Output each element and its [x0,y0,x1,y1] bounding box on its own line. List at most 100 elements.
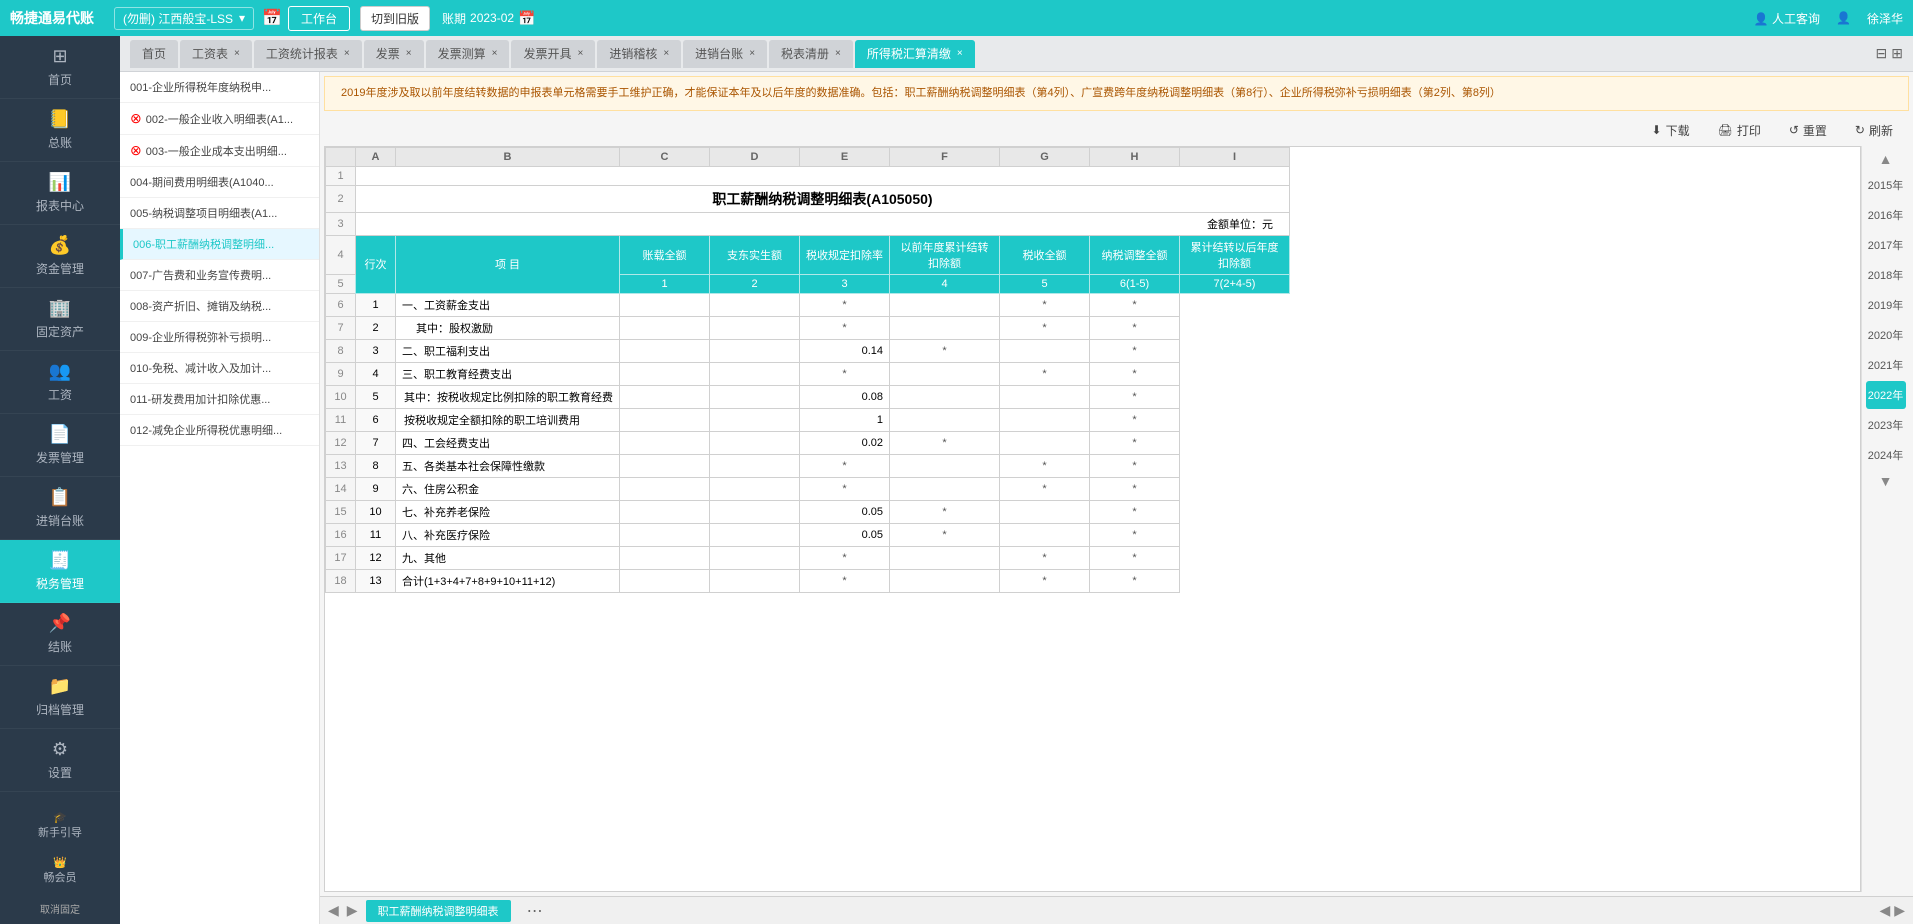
sidebar-item-close[interactable]: 📌 结账 [0,603,120,666]
sheet-next-arrow[interactable]: ▶ [347,902,358,919]
year-item-2019[interactable]: 2019年 [1866,291,1906,319]
sidebar-item-guide[interactable]: 🎓 新手引导 [0,803,120,848]
tab-close-icon[interactable]: × [749,48,755,59]
cell-e8[interactable]: 0.14 [800,339,890,362]
cell-c15[interactable] [620,500,710,523]
cell-e15[interactable]: 0.05 [800,500,890,523]
sidebar-item-tax[interactable]: 🧾 税务管理 [0,540,120,603]
tab-home[interactable]: 首页 [130,40,178,68]
cell-d17[interactable] [710,546,800,569]
cell-c17[interactable] [620,546,710,569]
cancel-fixed-button[interactable]: 取消固定 [0,893,120,924]
year-item-2024[interactable]: 2024年 [1866,441,1906,469]
list-item-001[interactable]: 001-企业所得税年度纳税申... [120,72,319,103]
list-item-003[interactable]: ⊗ 003-一般企业成本支出明细... [120,135,319,167]
refresh-button[interactable]: ↻ 刷新 [1847,119,1901,142]
year-item-2015[interactable]: 2015年 [1866,171,1906,199]
cell-e16[interactable]: 0.05 [800,523,890,546]
tab-close-icon[interactable]: × [957,48,963,59]
cell-d18[interactable] [710,569,800,592]
sidebar-item-home[interactable]: ⊞ 首页 [0,36,120,99]
cell-f7[interactable] [890,316,1000,339]
sheet-prev-arrow[interactable]: ◀ [328,902,339,919]
year-item-2021[interactable]: 2021年 [1866,351,1906,379]
company-selector[interactable]: (勿删) 江西般宝-LSS ▾ [114,7,254,30]
cell-g8[interactable] [1000,339,1090,362]
year-item-2018[interactable]: 2018年 [1866,261,1906,289]
list-item-002[interactable]: ⊗ 002-一般企业收入明细表(A1... [120,103,319,135]
sidebar-item-settings[interactable]: ⚙ 设置 [0,729,120,792]
tab-close-icon[interactable]: × [835,48,841,59]
tab-close-icon[interactable]: × [344,48,350,59]
cell-d10[interactable] [710,385,800,408]
sheet-menu-icon[interactable]: ⋯ [527,901,543,921]
tab-close-icon[interactable]: × [406,48,412,59]
print-button[interactable]: 🖨 打印 [1710,119,1769,142]
cell-e12[interactable]: 0.02 [800,431,890,454]
cell-f17[interactable] [890,546,1000,569]
sidebar-item-archive[interactable]: 📁 归档管理 [0,666,120,729]
item-name[interactable]: 其中：按税收规定比例扣除的职工教育经费 [396,385,620,408]
cell-c13[interactable] [620,454,710,477]
cell-d8[interactable] [710,339,800,362]
tab-close-icon[interactable]: × [492,48,498,59]
sidebar-item-fixed-assets[interactable]: 🏢 固定资产 [0,288,120,351]
sidebar-item-reports[interactable]: 📊 报表中心 [0,162,120,225]
cell-f11[interactable] [890,408,1000,431]
year-item-2020[interactable]: 2020年 [1866,321,1906,349]
item-name[interactable]: 九、其他 [396,546,620,569]
year-item-2023[interactable]: 2023年 [1866,411,1906,439]
cell-d7[interactable] [710,316,800,339]
tab-close-icon[interactable]: × [234,48,240,59]
item-name[interactable]: 合计(1+3+4+7+8+9+10+11+12) [396,569,620,592]
item-name[interactable]: 八、补充医疗保险 [396,523,620,546]
item-name[interactable]: 四、工会经费支出 [396,431,620,454]
scroll-left-icon[interactable]: ◀ [1879,902,1890,919]
reset-button[interactable]: ↺ 重置 [1781,119,1835,142]
cell-c11[interactable] [620,408,710,431]
sidebar-item-funds[interactable]: 💰 资金管理 [0,225,120,288]
cell-d9[interactable] [710,362,800,385]
cell-c7[interactable] [620,316,710,339]
year-item-2016[interactable]: 2016年 [1866,201,1906,229]
tab-income-tax[interactable]: 所得税汇算清缴 × [855,40,975,68]
cell-g12[interactable] [1000,431,1090,454]
sidebar-item-salary[interactable]: 👥 工资 [0,351,120,414]
tab-salary-table[interactable]: 工资表 × [180,40,252,68]
spreadsheet[interactable]: A B C D E F G H I [324,146,1861,893]
sidebar-item-purchase-sale[interactable]: 📋 进销台账 [0,477,120,540]
tab-invoice-calc[interactable]: 发票测算 × [426,40,510,68]
list-item-011[interactable]: 011-研发费用加计扣除优惠... [120,384,319,415]
tab-salary-stats[interactable]: 工资统计报表 × [254,40,362,68]
sidebar-item-general-ledger[interactable]: 📒 总账 [0,99,120,162]
item-name[interactable]: 五、各类基本社会保障性缴款 [396,454,620,477]
list-item-010[interactable]: 010-免税、减计收入及加计... [120,353,319,384]
item-name[interactable]: 其中：股权激励 [396,316,620,339]
sheet-tab[interactable]: 职工薪酬纳税调整明细表 [366,900,511,922]
service-label[interactable]: 👤 人工客询 [1754,10,1820,27]
tab-close-icon[interactable]: × [577,48,583,59]
cell-c14[interactable] [620,477,710,500]
scroll-right-icon[interactable]: ▶ [1894,902,1905,919]
item-name[interactable]: 一、工资薪金支出 [396,293,620,316]
cell-d11[interactable] [710,408,800,431]
cell-d12[interactable] [710,431,800,454]
tab-tax-table[interactable]: 税表清册 × [769,40,853,68]
sidebar-item-member[interactable]: 👑 畅会员 [0,848,120,893]
tab-invoice[interactable]: 发票 × [364,40,424,68]
cell-d13[interactable] [710,454,800,477]
cell-d6[interactable] [710,293,800,316]
cell-g16[interactable] [1000,523,1090,546]
cell-g11[interactable] [1000,408,1090,431]
list-item-008[interactable]: 008-资产折旧、摊销及纳税... [120,291,319,322]
download-button[interactable]: ⬇ 下载 [1644,119,1698,142]
cell-c12[interactable] [620,431,710,454]
list-item-012[interactable]: 012-减免企业所得税优惠明细... [120,415,319,446]
cell-c18[interactable] [620,569,710,592]
year-down-arrow[interactable]: ▼ [1876,470,1896,492]
cell-c10[interactable] [620,385,710,408]
sidebar-item-invoice[interactable]: 📄 发票管理 [0,414,120,477]
tab-invoice-issue[interactable]: 发票开具 × [511,40,595,68]
tab-prev-icon[interactable]: ⊟ [1876,45,1888,62]
cell-d15[interactable] [710,500,800,523]
